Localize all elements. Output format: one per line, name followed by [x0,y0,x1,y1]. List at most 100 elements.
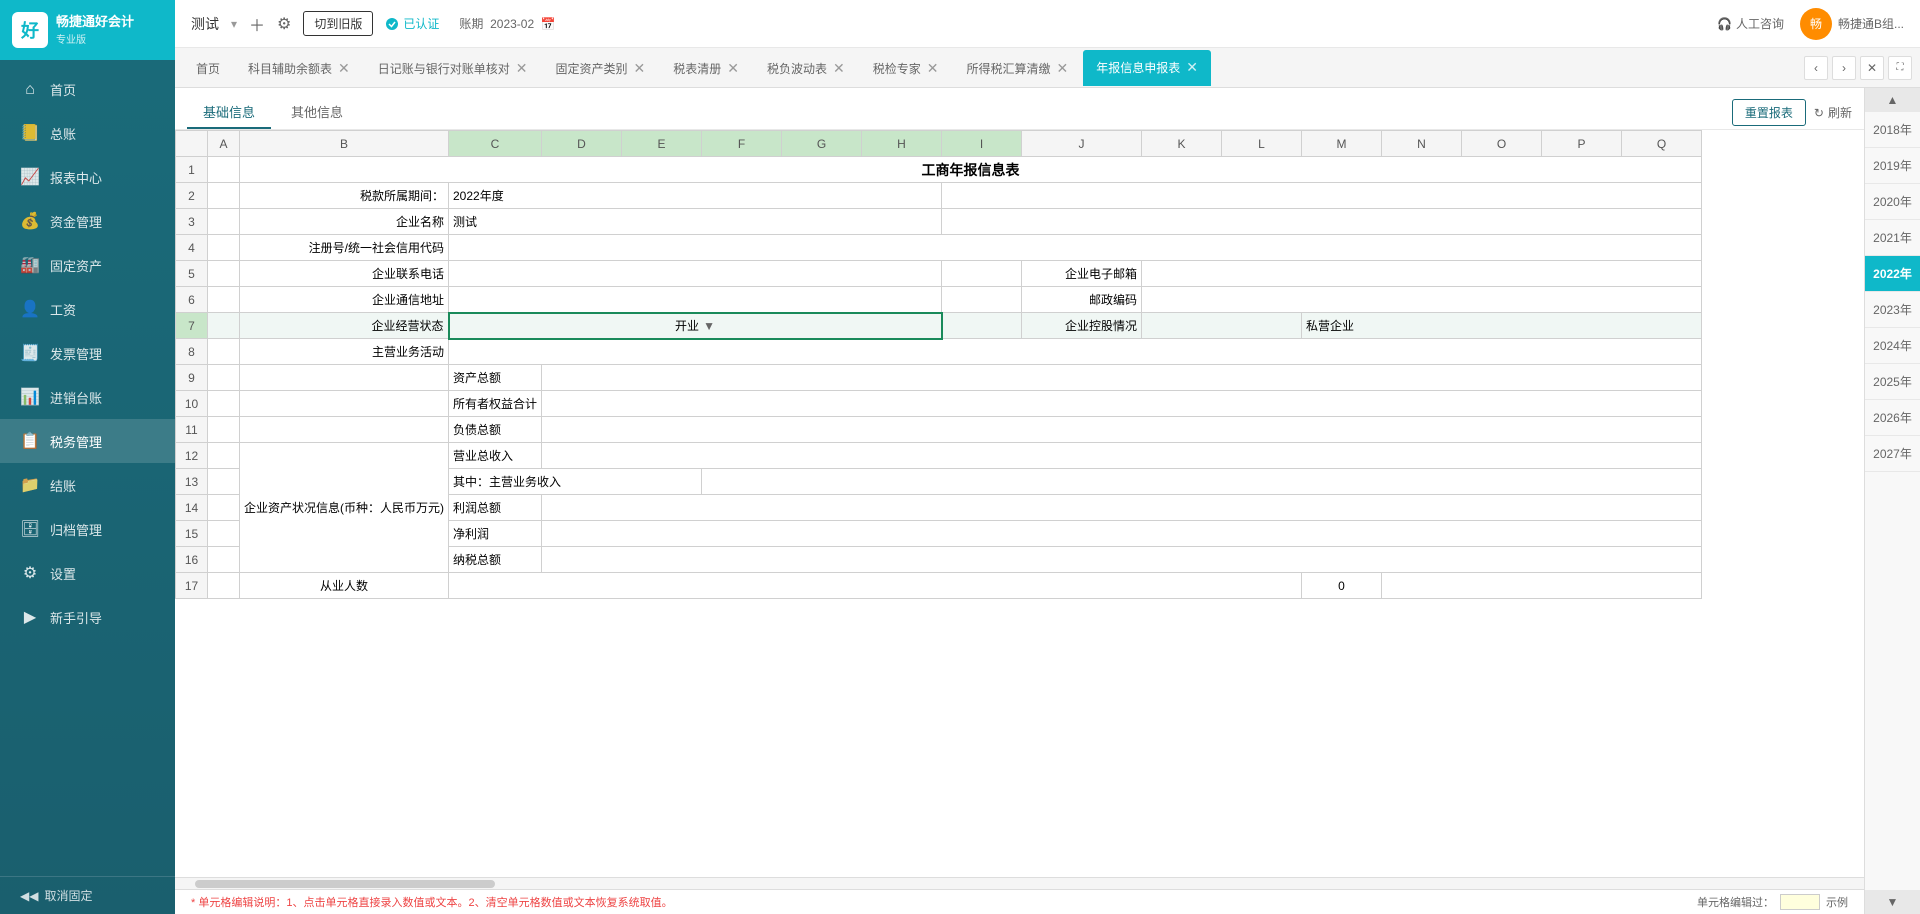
tab-income-tax[interactable]: 所得税汇算清缴✕ [954,50,1082,86]
year-scroll-down-button[interactable]: ▼ [1865,890,1920,914]
cell-3-a[interactable] [208,209,240,235]
cell-13-a[interactable] [208,469,240,495]
tab-tax-fluctuation[interactable]: 税负波动表✕ [754,50,858,86]
tab-tax-check[interactable]: 税检专家✕ [860,50,952,86]
year-item-2026[interactable]: 2026年 [1865,400,1920,436]
cell-17-n[interactable]: 0 [1302,573,1382,599]
tab-close-icon[interactable]: ✕ [927,60,939,77]
tab-close-icon[interactable]: ✕ [516,60,528,77]
tab-journal[interactable]: 日记账与银行对账单核对✕ [365,50,541,86]
sidebar-item-archive[interactable]: 🗄 归档管理 [0,507,175,551]
year-item-2023[interactable]: 2023年 [1865,292,1920,328]
dropdown-arrow-icon[interactable]: ▾ [231,17,237,31]
cell-16-a[interactable] [208,547,240,573]
subtab-other[interactable]: 其他信息 [275,96,359,129]
tab-close-all-button[interactable]: ✕ [1860,56,1884,80]
cell-2-j[interactable] [942,183,1702,209]
tab-tax-table[interactable]: 税表清册✕ [660,50,752,86]
scrollbar-thumb[interactable] [195,880,495,888]
settings-gear-icon[interactable]: ⚙ [277,14,291,34]
sidebar-item-guide[interactable]: ▶ 新手引导 [0,595,175,639]
year-item-2027[interactable]: 2027年 [1865,436,1920,472]
cell-5-k[interactable] [1142,261,1702,287]
cell-17-a[interactable] [208,573,240,599]
year-scroll-up-button[interactable]: ▲ [1865,88,1920,112]
user-menu[interactable]: 畅 畅捷通B组... [1800,8,1904,40]
tab-close-icon[interactable]: ✕ [634,60,646,77]
cell-5-a[interactable] [208,261,240,287]
dropdown-arrow-icon[interactable]: ▼ [703,319,715,333]
cell-9-d[interactable] [542,365,1702,391]
reset-button[interactable]: 重置报表 [1732,99,1806,126]
cell-16-d[interactable] [542,547,1702,573]
cell-14-d[interactable] [542,495,1702,521]
sidebar-item-asset[interactable]: 🏭 固定资产 [0,243,175,287]
cell-9-a[interactable] [208,365,240,391]
cell-6-c[interactable] [449,287,942,313]
tab-close-icon[interactable]: ✕ [1057,60,1069,77]
spreadsheet-wrapper[interactable]: A B C D E F G H I J K L M [175,130,1864,877]
sidebar-item-sales[interactable]: 📊 进销台账 [0,375,175,419]
tab-close-icon[interactable]: ✕ [727,60,739,77]
cell-7-k[interactable] [1142,313,1302,339]
tab-close-icon[interactable]: ✕ [1186,59,1198,76]
cell-11-d[interactable] [542,417,1702,443]
cell-10-d[interactable] [542,391,1702,417]
collapse-btn[interactable]: ◀◀ 取消固定 [0,877,175,914]
switch-version-button[interactable]: 切到旧版 [303,11,373,36]
sidebar-item-home[interactable]: ⌂ 首页 [0,68,175,111]
cell-13-g[interactable] [702,469,1702,495]
cell-7-a[interactable] [208,313,240,339]
cell-15-d[interactable] [542,521,1702,547]
year-item-2022[interactable]: 2022年 [1865,256,1920,292]
cell-6-a[interactable] [208,287,240,313]
refresh-button[interactable]: ↻ 刷新 [1814,104,1852,121]
year-item-2018[interactable]: 2018年 [1865,112,1920,148]
year-item-2020[interactable]: 2020年 [1865,184,1920,220]
year-item-2025[interactable]: 2025年 [1865,364,1920,400]
cell-10-b[interactable] [240,391,449,417]
consult-button[interactable]: 🎧 人工咨询 [1717,15,1784,32]
cell-3-c[interactable]: 测试 [449,209,942,235]
cell-4-a[interactable] [208,235,240,261]
year-item-2024[interactable]: 2024年 [1865,328,1920,364]
cell-17-o[interactable] [1382,573,1702,599]
cell-1-a[interactable] [208,157,240,183]
year-item-2019[interactable]: 2019年 [1865,148,1920,184]
tab-next-button[interactable]: › [1832,56,1856,80]
cell-12-a[interactable] [208,443,240,469]
cell-12-d[interactable] [542,443,1702,469]
cell-6-i[interactable] [942,287,1022,313]
subtab-basic[interactable]: 基础信息 [187,96,271,129]
cell-8-a[interactable] [208,339,240,365]
cell-7-m[interactable]: 私营企业 [1302,313,1702,339]
cell-6-k[interactable] [1142,287,1702,313]
cell-8-c[interactable] [449,339,1702,365]
cell-11-a[interactable] [208,417,240,443]
cell-7-c[interactable]: 开业 ▼ [449,313,942,339]
tab-fixed-asset[interactable]: 固定资产类别✕ [543,50,659,86]
tab-close-icon[interactable]: ✕ [833,60,845,77]
sidebar-item-report[interactable]: 📈 报表中心 [0,155,175,199]
cell-4-c[interactable] [449,235,1702,261]
tab-expand-button[interactable]: ⛶ [1888,56,1912,80]
tab-home[interactable]: 首页 [183,50,233,86]
cell-11-b[interactable] [240,417,449,443]
sidebar-item-invoice[interactable]: 🧾 发票管理 [0,331,175,375]
tab-annual-report[interactable]: 年报信息申报表 ✕ [1083,50,1211,86]
cell-5-i[interactable] [942,261,1022,287]
sidebar-item-settings[interactable]: ⚙ 设置 [0,551,175,595]
year-item-2021[interactable]: 2021年 [1865,220,1920,256]
sidebar-item-ledger[interactable]: 📒 总账 [0,111,175,155]
sidebar-item-payroll[interactable]: 👤 工资 [0,287,175,331]
sidebar-item-fund[interactable]: 💰 资金管理 [0,199,175,243]
cell-2-c[interactable]: 2022年度 [449,183,942,209]
cell-3-j[interactable] [942,209,1702,235]
cell-14-a[interactable] [208,495,240,521]
horizontal-scrollbar[interactable] [175,877,1864,889]
cell-15-a[interactable] [208,521,240,547]
cell-10-a[interactable] [208,391,240,417]
cell-2-a[interactable] [208,183,240,209]
tab-close-icon[interactable]: ✕ [338,60,350,77]
add-tab-icon[interactable]: ＋ [249,12,265,36]
